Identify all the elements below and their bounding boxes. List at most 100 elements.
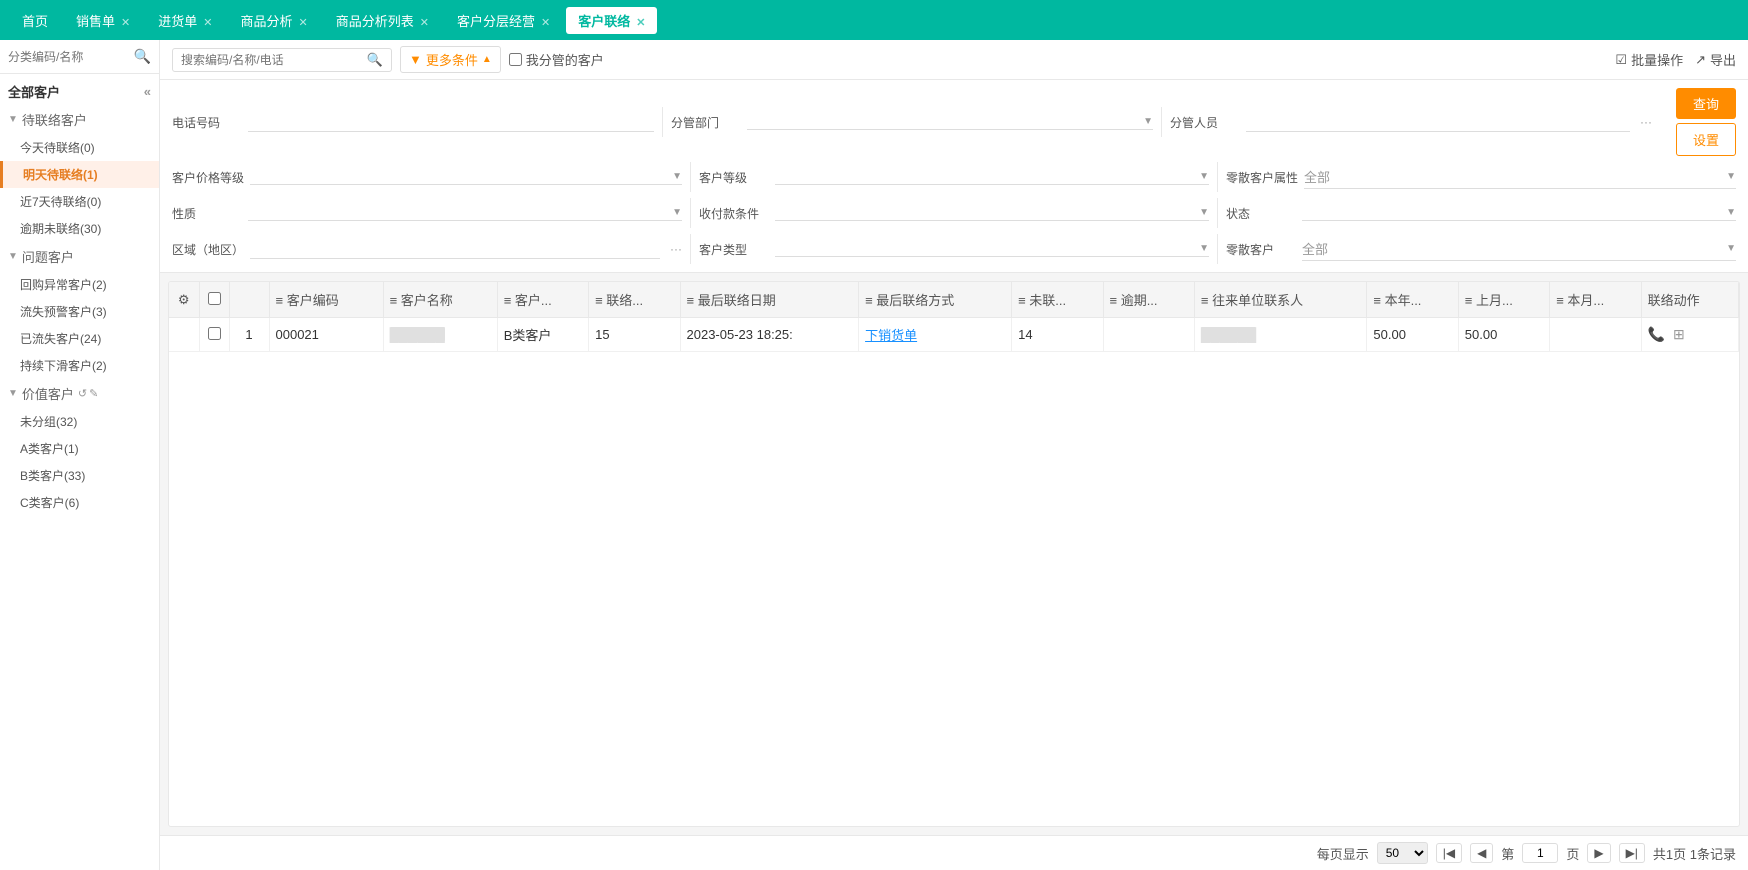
col-last-date[interactable]: ≡ 最后联络日期 bbox=[680, 282, 859, 318]
select-all-checkbox[interactable] bbox=[208, 292, 221, 305]
chevron-down-icon-5: ▼ bbox=[672, 207, 682, 218]
filter-manager-input[interactable] bbox=[1246, 113, 1630, 132]
col-settings[interactable]: ⚙ bbox=[169, 282, 199, 318]
row-checkbox-cell[interactable] bbox=[199, 318, 229, 352]
filter-customer-type: 客户类型 ▼ bbox=[699, 241, 1209, 258]
my-customers-checkbox[interactable] bbox=[509, 53, 522, 66]
filter-status-select[interactable]: ▼ bbox=[1302, 205, 1736, 221]
prev-page-button[interactable]: ◀ bbox=[1470, 843, 1493, 863]
toolbar-search-input[interactable] bbox=[181, 53, 367, 67]
filter-retail-customer-select[interactable]: 全部 ▼ bbox=[1302, 237, 1736, 261]
sidebar-item-overdue-contact[interactable]: 逾期未联络(30) bbox=[0, 215, 159, 242]
sidebar-item-churn-warning[interactable]: 流失预警客户(3) bbox=[0, 298, 159, 325]
chevron-down-icon-8: ▼ bbox=[1199, 243, 1209, 254]
per-page-label: 每页显示 bbox=[1317, 844, 1369, 863]
row-last-method[interactable]: 下销货单 bbox=[859, 318, 1012, 352]
filter-customer-type-select[interactable]: ▼ bbox=[775, 241, 1209, 257]
row-overdue bbox=[1103, 318, 1194, 352]
sidebar-search-icon[interactable]: 🔍 bbox=[134, 48, 151, 65]
filter-department-select[interactable]: ▼ bbox=[747, 114, 1153, 130]
col-this-year[interactable]: ≡ 本年... bbox=[1367, 282, 1458, 318]
my-customers-checkbox-label[interactable]: 我分管的客户 bbox=[509, 50, 604, 69]
nav-product-analysis-list[interactable]: 商品分析列表✕ bbox=[324, 7, 441, 34]
next-page-button[interactable]: ▶ bbox=[1587, 843, 1610, 863]
row-checkbox[interactable] bbox=[208, 327, 221, 340]
sidebar-item-7day-contact[interactable]: 近7天待联络(0) bbox=[0, 188, 159, 215]
value-group-edit-icon[interactable]: ✎ bbox=[89, 387, 98, 400]
sidebar-item-a-class[interactable]: A类客户(1) bbox=[0, 435, 159, 462]
pending-contact-group[interactable]: 待联络客户 bbox=[0, 105, 159, 134]
filter-region-dots[interactable]: ··· bbox=[670, 242, 682, 256]
col-category[interactable]: ≡ 客户... bbox=[497, 282, 588, 318]
row-action-grid-icon[interactable]: ⊞ bbox=[1673, 326, 1685, 343]
close-purchase-icon[interactable]: ✕ bbox=[203, 17, 212, 29]
sidebar-item-abnormal[interactable]: 回购异常客户(2) bbox=[0, 271, 159, 298]
filter-panel: 电话号码 分管部门 ▼ 分管人员 ··· bbox=[160, 80, 1748, 273]
nav-home[interactable]: 首页 bbox=[10, 7, 60, 34]
sidebar-item-churned[interactable]: 已流失客户(24) bbox=[0, 325, 159, 352]
all-customers-header[interactable]: 全部客户 « bbox=[0, 74, 159, 105]
col-overdue[interactable]: ≡ 逾期... bbox=[1103, 282, 1194, 318]
per-page-select[interactable]: 50 100 200 bbox=[1377, 842, 1428, 864]
close-customer-contact-icon[interactable]: ✕ bbox=[636, 17, 645, 29]
col-unit-contacts[interactable]: ≡ 往来单位联系人 bbox=[1194, 282, 1366, 318]
filter-status: 状态 ▼ bbox=[1226, 205, 1736, 222]
last-method-link[interactable]: 下销货单 bbox=[865, 328, 917, 343]
table-area: ⚙ ≡ 客户编码 ≡ 客户名称 ≡ 客户... ≡ 联络... ≡ 最后联络日期… bbox=[168, 281, 1740, 827]
sidebar-item-b-class[interactable]: B类客户(33) bbox=[0, 462, 159, 489]
col-contacts[interactable]: ≡ 联络... bbox=[589, 282, 680, 318]
batch-action-button[interactable]: ☑ 批量操作 bbox=[1615, 50, 1683, 69]
sidebar-item-c-class[interactable]: C类客户(6) bbox=[0, 489, 159, 516]
nav-customer-segment[interactable]: 客户分层经营✕ bbox=[445, 7, 562, 34]
col-checkbox[interactable] bbox=[199, 282, 229, 318]
nav-sales[interactable]: 销售单✕ bbox=[64, 7, 142, 34]
close-product-analysis-list-icon[interactable]: ✕ bbox=[420, 17, 429, 29]
value-group-refresh-icon[interactable]: ↺ bbox=[78, 387, 87, 400]
close-product-analysis-icon[interactable]: ✕ bbox=[299, 17, 308, 29]
filter-status-label: 状态 bbox=[1226, 205, 1296, 222]
first-page-button[interactable]: |◀ bbox=[1436, 843, 1462, 863]
total-label: 共1页 1条记录 bbox=[1653, 844, 1736, 863]
filter-manager-dots[interactable]: ··· bbox=[1640, 115, 1652, 129]
filter-nature-select[interactable]: ▼ bbox=[248, 205, 682, 221]
problem-customer-group[interactable]: 问题客户 bbox=[0, 242, 159, 271]
filter-row-1: 电话号码 分管部门 ▼ 分管人员 ··· bbox=[172, 88, 1736, 156]
filter-payment-select[interactable]: ▼ bbox=[775, 205, 1209, 221]
filter-nature-label: 性质 bbox=[172, 205, 242, 222]
more-filter-button[interactable]: ▼ 更多条件 ▲ bbox=[400, 46, 501, 73]
all-customers-label: 全部客户 bbox=[8, 82, 60, 101]
chevron-down-icon-7: ▼ bbox=[1726, 207, 1736, 218]
col-name[interactable]: ≡ 客户名称 bbox=[383, 282, 497, 318]
col-last-method[interactable]: ≡ 最后联络方式 bbox=[859, 282, 1012, 318]
nav-purchase[interactable]: 进货单✕ bbox=[146, 7, 224, 34]
filter-retail-attr-select[interactable]: 全部 ▼ bbox=[1304, 165, 1736, 189]
page-label: 第 bbox=[1501, 844, 1514, 863]
col-not-contacted[interactable]: ≡ 未联... bbox=[1012, 282, 1103, 318]
export-button[interactable]: ↗ 导出 bbox=[1695, 50, 1736, 69]
col-this-month[interactable]: ≡ 本月... bbox=[1550, 282, 1641, 318]
sidebar-item-declining[interactable]: 持续下滑客户(2) bbox=[0, 352, 159, 379]
value-customer-group[interactable]: 价值客户 ↺ ✎ bbox=[0, 379, 159, 408]
collapse-icon[interactable]: « bbox=[144, 84, 151, 99]
query-button[interactable]: 查询 bbox=[1676, 88, 1736, 119]
col-code[interactable]: ≡ 客户编码 bbox=[269, 282, 383, 318]
filter-phone-input[interactable] bbox=[248, 113, 654, 132]
col-last-month[interactable]: ≡ 上月... bbox=[1458, 282, 1549, 318]
sidebar-item-ungrouped[interactable]: 未分组(32) bbox=[0, 408, 159, 435]
filter-price-level-select[interactable]: ▼ bbox=[250, 169, 682, 185]
filter-customer-level-select[interactable]: ▼ bbox=[775, 169, 1209, 185]
setting-button[interactable]: 设置 bbox=[1676, 123, 1736, 156]
sidebar-search-input[interactable] bbox=[8, 50, 134, 64]
sidebar-item-today-contact[interactable]: 今天待联络(0) bbox=[0, 134, 159, 161]
last-page-button[interactable]: ▶| bbox=[1619, 843, 1645, 863]
page-input[interactable] bbox=[1522, 843, 1558, 863]
row-action-phone-icon[interactable]: 📞 bbox=[1648, 326, 1665, 343]
toolbar-search-icon[interactable]: 🔍 bbox=[367, 52, 383, 68]
filter-region-input[interactable] bbox=[250, 240, 660, 259]
sidebar-item-tomorrow-contact[interactable]: 明天待联络(1) bbox=[0, 161, 159, 188]
chevron-up-icon: ▲ bbox=[482, 54, 492, 65]
nav-product-analysis[interactable]: 商品分析✕ bbox=[228, 7, 319, 34]
nav-customer-contact[interactable]: 客户联络✕ bbox=[566, 7, 657, 34]
close-sales-icon[interactable]: ✕ bbox=[121, 17, 130, 29]
close-customer-segment-icon[interactable]: ✕ bbox=[541, 17, 550, 29]
